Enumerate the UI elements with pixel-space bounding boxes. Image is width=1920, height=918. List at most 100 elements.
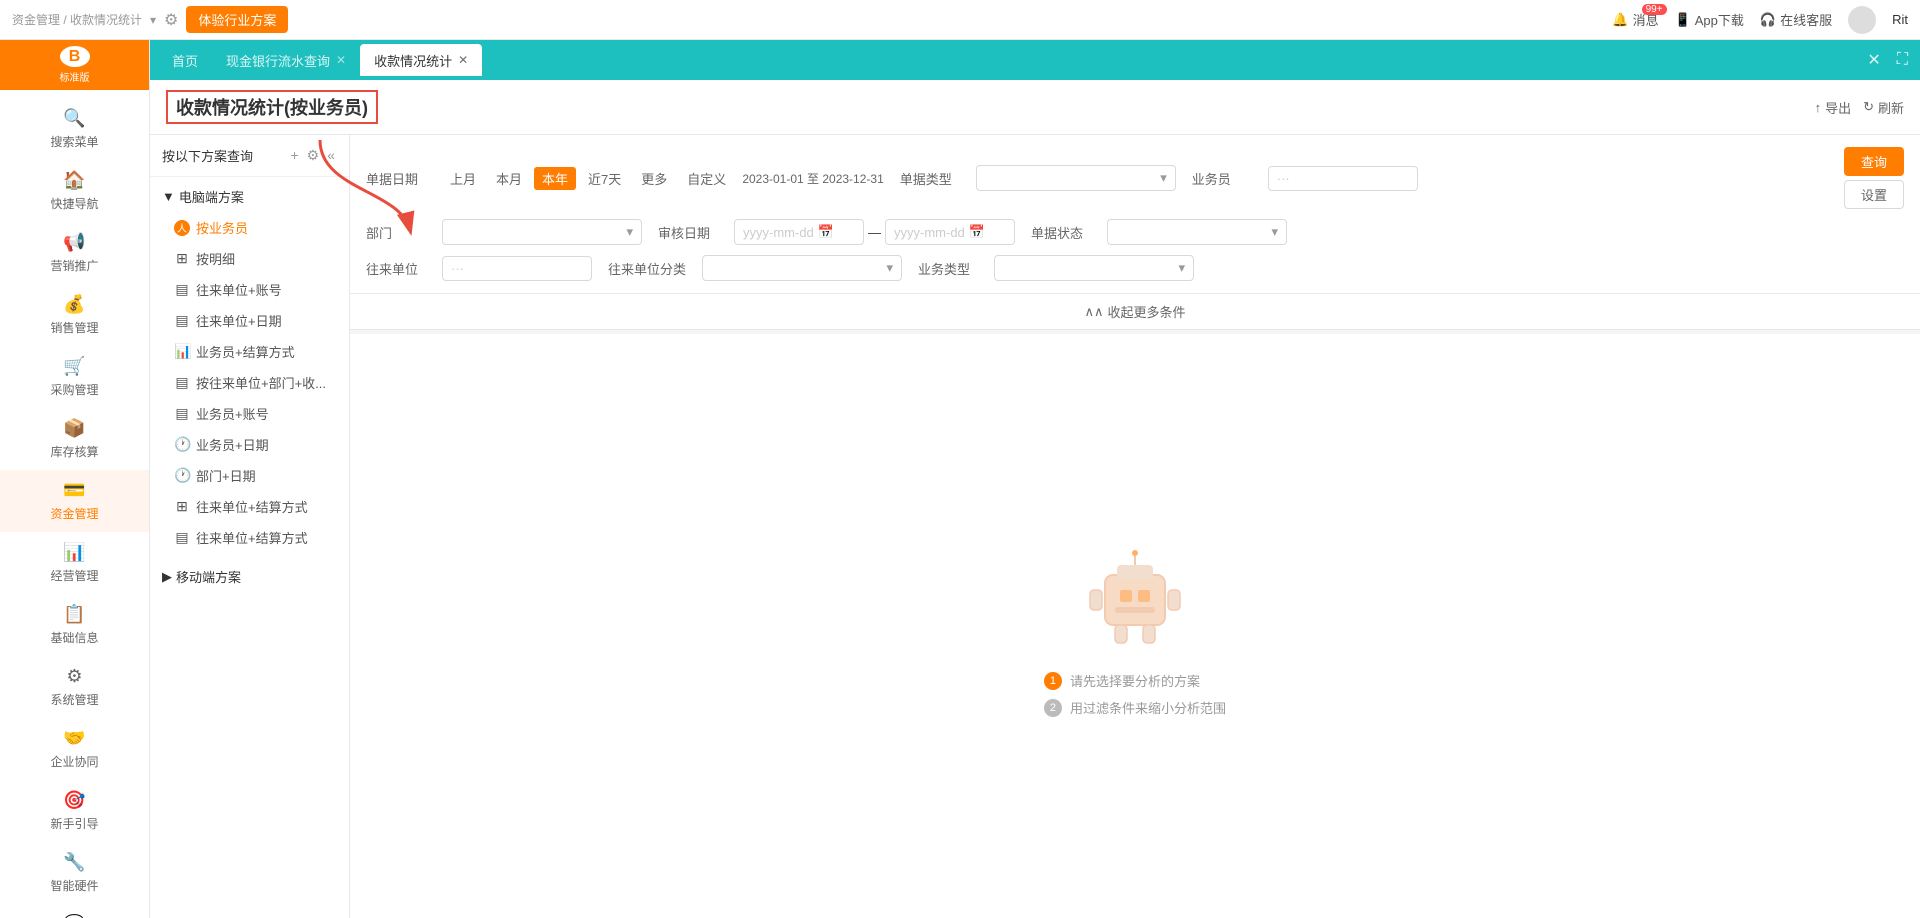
scheme-item-by-unit-dept-collect[interactable]: ▤ 按往来单位+部门+收... [150, 367, 349, 398]
avatar[interactable] [1848, 6, 1876, 34]
date-tab-this-year[interactable]: 本年 [534, 167, 576, 190]
calendar2-icon: 📅 [969, 224, 985, 240]
scheme-item-by-unit-settle1[interactable]: ⊞ 往来单位+结算方式 [150, 491, 349, 522]
sidebar-item-label: 企业协同 [50, 753, 98, 770]
header-breadcrumb: 资金管理 / 收款情况统计 [12, 11, 142, 28]
scheme-item-by-staff[interactable]: 人 按业务员 [150, 212, 349, 243]
collapse-label: 收起更多条件 [1108, 302, 1186, 321]
tab-bank-flow-label: 现金银行流水查询 [226, 51, 330, 70]
date-tab-more[interactable]: 更多 [633, 167, 675, 190]
date-tab-this-month[interactable]: 本月 [488, 167, 530, 190]
messages-button[interactable]: 🔔 消息 99+ [1612, 10, 1658, 29]
sidebar-item-enterprise[interactable]: 🤝 企业协同 [0, 718, 149, 780]
scheme-item-by-staff-account[interactable]: ▤ 业务员+账号 [150, 398, 349, 429]
tab-expand-btn[interactable]: ⛶ [1893, 47, 1912, 73]
empty-illustration [1075, 535, 1195, 655]
review-date-start-text: yyyy-mm-dd [743, 225, 814, 240]
right-content: 单据日期 上月 本月 本年 近7天 更多 自定义 2023-01-01 至 20… [350, 135, 1920, 918]
pc-scheme-group[interactable]: ▼ 电脑端方案 [150, 181, 349, 212]
mobile-group-arrow: ▶ [162, 569, 172, 585]
clock2-icon: 🕐 [174, 467, 190, 484]
staff-input[interactable]: ··· [1268, 166, 1418, 191]
refresh-button[interactable]: ↻ 刷新 [1863, 98, 1904, 117]
detail-icon: ⊞ [174, 250, 190, 267]
logo-text: 标准版 [60, 69, 90, 84]
partner-category-select[interactable]: ▾ [702, 255, 902, 281]
sidebar-item-guide[interactable]: 🎯 新手引导 [0, 780, 149, 842]
partner-input[interactable]: ··· [442, 256, 592, 281]
dept-select[interactable]: ▾ [442, 219, 642, 245]
scheme-item-by-dept-date[interactable]: 🕐 部门+日期 [150, 460, 349, 491]
sidebar-item-marketing[interactable]: 📢 营销推广 [0, 222, 149, 284]
scheme-item-by-unit-account[interactable]: ▤ 往来单位+账号 [150, 274, 349, 305]
biz-type-select[interactable]: ▾ [994, 255, 1194, 281]
left-panel-title: 按以下方案查询 [162, 146, 253, 165]
export-button[interactable]: ↑ 导出 [1815, 98, 1852, 117]
bell-icon: 🔔 [1612, 12, 1628, 28]
tab-bank-flow-close[interactable]: ✕ [336, 53, 346, 67]
hint-num-2: 2 [1044, 699, 1062, 717]
empty-hint-1: 1 请先选择要分析的方案 [1044, 671, 1226, 690]
pc-group-label: 电脑端方案 [179, 187, 244, 206]
tab-collection-stats-close[interactable]: ✕ [458, 53, 468, 67]
sidebar-item-label: 营销推广 [50, 257, 98, 274]
mobile-group-label: 移动端方案 [176, 567, 241, 586]
date-tab-7days[interactable]: 近7天 [580, 167, 629, 190]
date-tab-custom[interactable]: 自定义 [679, 167, 734, 190]
filter-row-3: 往来单位 ··· 往来单位分类 ▾ 业务类型 [366, 255, 1904, 281]
sidebar-item-quick-nav[interactable]: 🏠 快捷导航 [0, 160, 149, 222]
date-tab-last-month[interactable]: 上月 [442, 167, 484, 190]
sidebar-item-system[interactable]: ⚙ 系统管理 [0, 656, 149, 718]
sidebar-item-label: 库存核算 [50, 443, 98, 460]
mobile-scheme-group[interactable]: ▶ 移动端方案 [150, 561, 349, 592]
scheme-item-by-detail[interactable]: ⊞ 按明细 [150, 243, 349, 274]
collapse-more-conditions[interactable]: ∧∧ 收起更多条件 [350, 294, 1920, 330]
trial-button[interactable]: 体验行业方案 [186, 6, 288, 33]
header-right: 🔔 消息 99+ 📱 App下载 🎧 在线客服 Rit [1612, 6, 1908, 34]
doc-type-select[interactable]: ▾ [976, 165, 1176, 191]
scheme-item-label: 往来单位+日期 [196, 311, 282, 330]
scheme-item-label: 往来单位+结算方式 [196, 528, 308, 547]
home-icon: 🏠 [63, 170, 85, 191]
left-panel-settings-btn[interactable]: ⚙ [305, 145, 322, 166]
header-left: 资金管理 / 收款情况统计 ▾ ⚙ 体验行业方案 [12, 6, 1612, 33]
main-layout: B 标准版 🔍 搜索菜单 🏠 快捷导航 📢 营销推广 💰 销售管理 🛒 [0, 40, 1920, 918]
filter-settings-button[interactable]: 设置 [1844, 180, 1904, 209]
tab-collection-stats[interactable]: 收款情况统计 ✕ [360, 44, 482, 76]
pc-group-arrow: ▼ [162, 189, 175, 204]
main-content: 首页 现金银行流水查询 ✕ 收款情况统计 ✕ ✕ ⛶ 收款情况统计(按业务员) [150, 40, 1920, 918]
review-date-end[interactable]: yyyy-mm-dd 📅 [885, 219, 1015, 245]
sidebar-item-purchase[interactable]: 🛒 采购管理 [0, 346, 149, 408]
scheme-item-by-staff-settle[interactable]: 📊 业务员+结算方式 [150, 336, 349, 367]
sidebar-item-wechat[interactable]: 💬 企业微信 [0, 904, 149, 918]
sidebar-item-smart-hw[interactable]: 🔧 智能硬件 [0, 842, 149, 904]
user-name[interactable]: Rit [1892, 12, 1908, 27]
chart-icon: 📊 [63, 542, 85, 563]
review-date-start[interactable]: yyyy-mm-dd 📅 [734, 219, 864, 245]
app-download-button[interactable]: 📱 App下载 [1675, 10, 1744, 29]
tab-close-all-btn[interactable]: ✕ [1863, 46, 1884, 74]
scheme-item-by-unit-date[interactable]: ▤ 往来单位+日期 [150, 305, 349, 336]
query-button[interactable]: 查询 [1844, 147, 1904, 176]
online-service-button[interactable]: 🎧 在线客服 [1760, 10, 1832, 29]
sidebar-item-operation[interactable]: 📊 经营管理 [0, 532, 149, 594]
doc-status-select[interactable]: ▾ [1107, 219, 1287, 245]
export-icon: ↑ [1815, 100, 1822, 115]
tab-bank-flow[interactable]: 现金银行流水查询 ✕ [212, 44, 360, 76]
sidebar-item-label: 采购管理 [50, 381, 98, 398]
top-header: 资金管理 / 收款情况统计 ▾ ⚙ 体验行业方案 🔔 消息 99+ 📱 App下… [0, 0, 1920, 40]
sidebar-item-finance[interactable]: 💳 资金管理 [0, 470, 149, 532]
scheme-item-by-staff-date[interactable]: 🕐 业务员+日期 [150, 429, 349, 460]
sidebar-item-sales[interactable]: 💰 销售管理 [0, 284, 149, 346]
tab-home[interactable]: 首页 [158, 44, 212, 76]
breadcrumb-dropdown-icon[interactable]: ▾ [150, 13, 156, 27]
left-panel-add-btn[interactable]: + [288, 145, 300, 166]
header-gear-icon[interactable]: ⚙ [164, 10, 178, 30]
sidebar-item-search-menu[interactable]: 🔍 搜索菜单 [0, 98, 149, 160]
service-icon: 🎧 [1760, 12, 1776, 28]
scheme-item-by-unit-settle2[interactable]: ▤ 往来单位+结算方式 [150, 522, 349, 553]
sidebar-item-inventory[interactable]: 📦 库存核算 [0, 408, 149, 470]
sidebar-item-basic-info[interactable]: 📋 基础信息 [0, 594, 149, 656]
page-title: 收款情况统计(按业务员) [166, 90, 378, 124]
left-panel-collapse-btn[interactable]: « [325, 145, 337, 166]
